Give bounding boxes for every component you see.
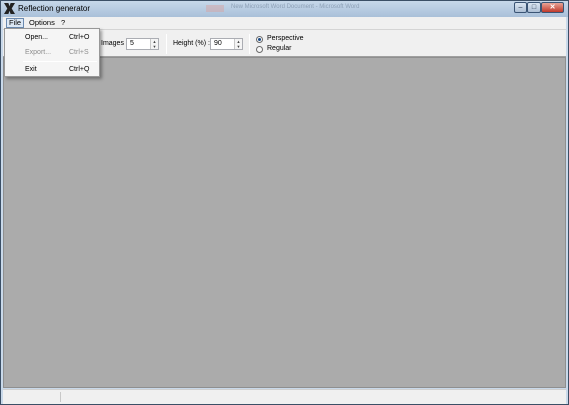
- menu-item-open-shortcut: Ctrl+O: [69, 34, 90, 41]
- background-window-title: New Microsoft Word Document - Microsoft …: [231, 4, 360, 10]
- images-label: Images :: [101, 40, 128, 47]
- menu-item-exit-shortcut: Ctrl+Q: [69, 66, 90, 73]
- menu-item-export[interactable]: Export... Ctrl+S: [6, 46, 98, 59]
- menu-help[interactable]: ?: [59, 18, 67, 28]
- menu-item-export-shortcut: Ctrl+S: [69, 49, 89, 56]
- toolbar-separator: [249, 34, 250, 54]
- app-window: Reflection generator New Microsoft Word …: [0, 0, 569, 405]
- images-stepper[interactable]: 5 ▲ ▼: [126, 38, 159, 50]
- title-bar[interactable]: Reflection generator New Microsoft Word …: [1, 1, 568, 17]
- menu-item-exit[interactable]: Exit Ctrl+Q: [6, 63, 98, 76]
- height-stepper[interactable]: 90 ▲ ▼: [210, 38, 243, 50]
- menu-item-export-label: Export...: [25, 49, 52, 56]
- regular-label[interactable]: Regular: [267, 45, 292, 52]
- height-stepper-buttons: ▲ ▼: [234, 39, 242, 49]
- maximize-button[interactable]: □: [527, 2, 541, 13]
- menu-item-open-label: Open...: [25, 34, 48, 41]
- app-icon[interactable]: [4, 3, 15, 14]
- perspective-label[interactable]: Perspective: [267, 35, 304, 42]
- menu-item-open[interactable]: Open... Ctrl+O: [6, 31, 98, 44]
- menu-options[interactable]: Options: [27, 18, 57, 28]
- maximize-icon: □: [531, 4, 537, 11]
- status-bar: [3, 389, 566, 404]
- preview-canvas[interactable]: [3, 57, 566, 388]
- toolbar-separator: [166, 34, 167, 54]
- minimize-button[interactable]: –: [514, 2, 527, 13]
- background-app-icon: [206, 5, 224, 12]
- images-stepper-buttons: ▲ ▼: [150, 39, 158, 49]
- menu-item-exit-label: Exit: [25, 66, 37, 73]
- images-decrement-icon[interactable]: ▼: [151, 44, 158, 49]
- file-menu-dropdown: Open... Ctrl+O Export... Ctrl+S Exit Ctr…: [4, 28, 100, 77]
- window-title: Reflection generator: [18, 4, 91, 13]
- regular-radio[interactable]: [256, 46, 263, 53]
- close-icon: ✕: [549, 4, 556, 11]
- minimize-icon: –: [518, 4, 523, 11]
- status-pane: [6, 392, 61, 402]
- height-value[interactable]: 90: [214, 40, 222, 47]
- close-button[interactable]: ✕: [541, 2, 564, 13]
- menu-separator: [23, 61, 97, 62]
- height-decrement-icon[interactable]: ▼: [235, 44, 242, 49]
- perspective-radio[interactable]: [256, 36, 263, 43]
- images-value[interactable]: 5: [130, 40, 134, 47]
- menu-file[interactable]: File: [6, 18, 25, 28]
- height-label: Height (%) :: [173, 40, 210, 47]
